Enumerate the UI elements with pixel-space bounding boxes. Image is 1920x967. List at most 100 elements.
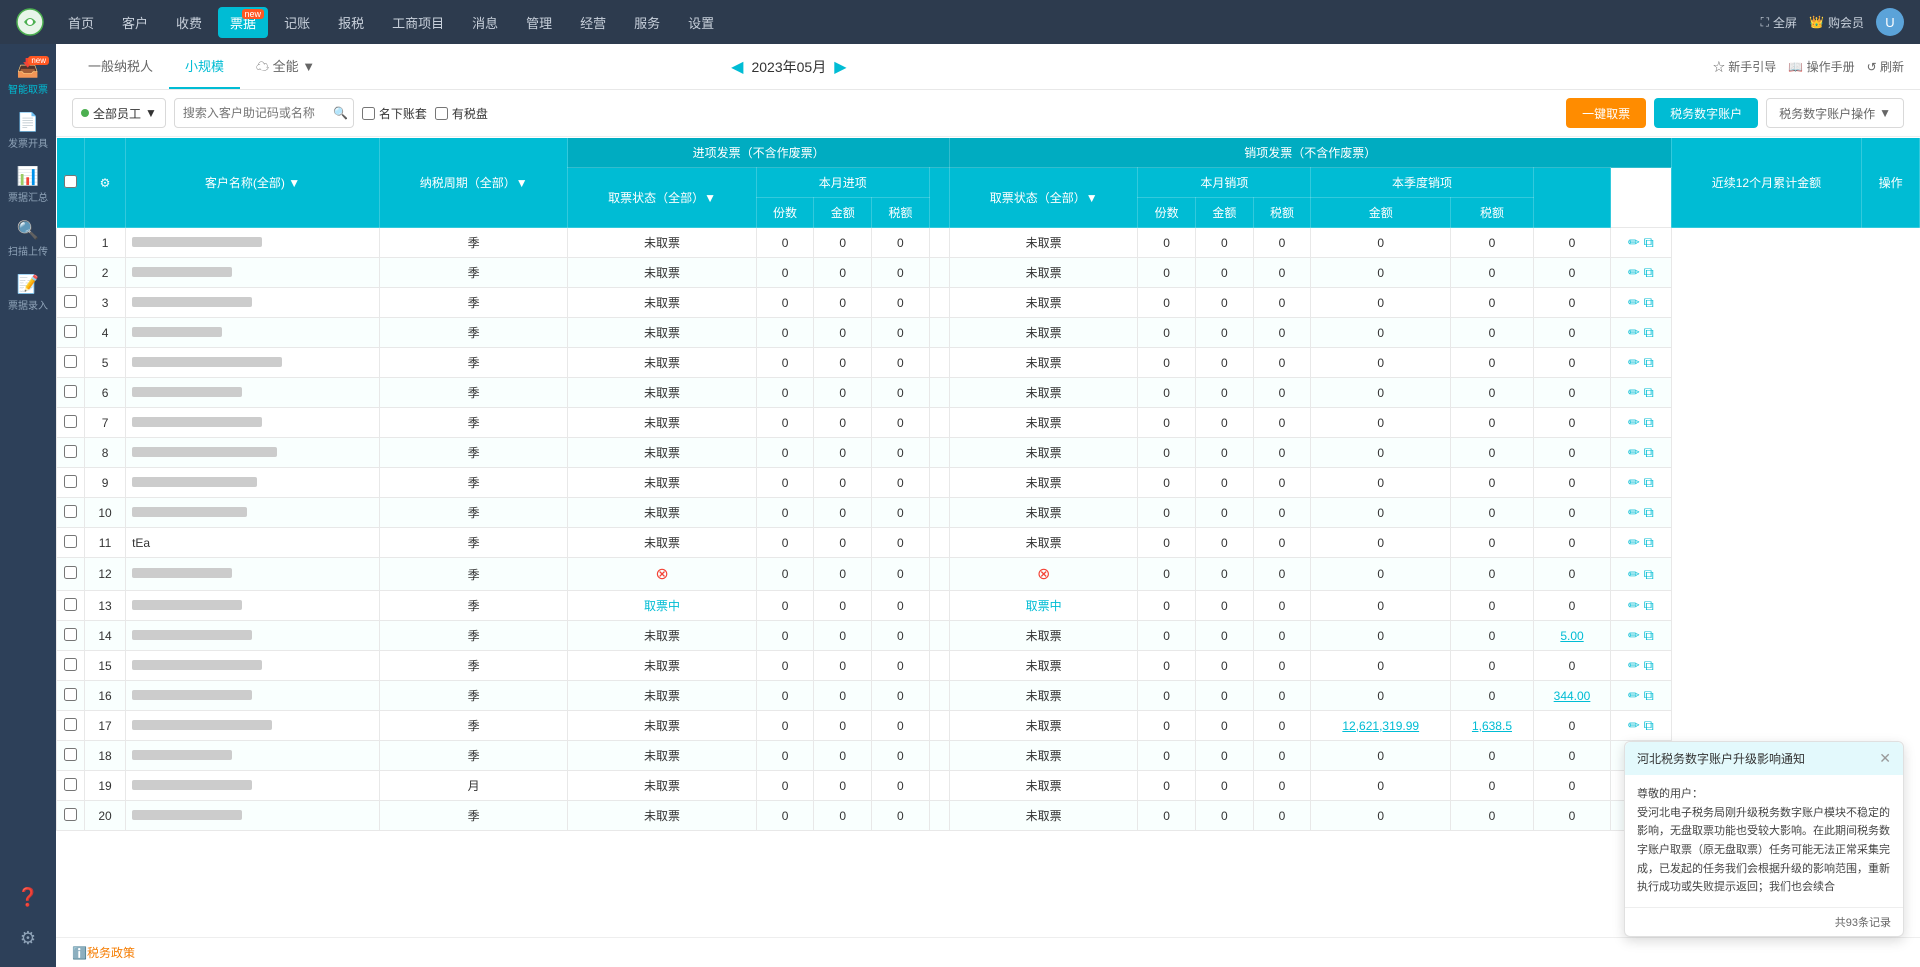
copy-icon[interactable]: ⧉ xyxy=(1644,384,1654,401)
edit-icon[interactable]: ✏ xyxy=(1628,717,1640,734)
copy-icon[interactable]: ⧉ xyxy=(1644,414,1654,431)
refresh-button[interactable]: ↺ 刷新 xyxy=(1867,58,1904,75)
one-click-ticket-button[interactable]: 一键取票 xyxy=(1566,98,1646,128)
row-checkbox[interactable] xyxy=(64,778,77,791)
edit-icon[interactable]: ✏ xyxy=(1628,324,1640,341)
nav-customer[interactable]: 客户 xyxy=(110,7,160,38)
month12-value[interactable]: 344.00 xyxy=(1554,689,1591,703)
row-checkbox[interactable] xyxy=(64,658,77,671)
highlighted-value[interactable]: 1,638.5 xyxy=(1472,719,1512,733)
row-checkbox[interactable] xyxy=(64,295,77,308)
col-name-header[interactable]: 客户名称(全部) ▼ xyxy=(126,138,380,228)
tax-digital-ops-button[interactable]: 税务数字账户操作 ▼ xyxy=(1766,98,1904,128)
col-out-status-header[interactable]: 取票状态（全部）▼ xyxy=(949,168,1137,228)
sidebar-item-scan-upload[interactable]: 🔍 扫描上传 xyxy=(1,214,55,264)
nav-settings[interactable]: 设置 xyxy=(676,7,726,38)
sidebar-item-help[interactable]: ❓ xyxy=(1,881,55,914)
row-checkbox[interactable] xyxy=(64,808,77,821)
edit-icon[interactable]: ✏ xyxy=(1628,504,1640,521)
nav-business[interactable]: 工商项目 xyxy=(380,7,456,38)
copy-icon[interactable]: ⧉ xyxy=(1644,717,1654,734)
nav-message[interactable]: 消息 xyxy=(460,7,510,38)
copy-icon[interactable]: ⧉ xyxy=(1644,504,1654,521)
col-12month-header[interactable]: 近续12个月累计金额 xyxy=(1671,138,1862,228)
edit-icon[interactable]: ✏ xyxy=(1628,657,1640,674)
copy-icon[interactable]: ⧉ xyxy=(1644,657,1654,674)
copy-icon[interactable]: ⧉ xyxy=(1644,444,1654,461)
copy-icon[interactable]: ⧉ xyxy=(1644,687,1654,704)
month12-value[interactable]: 5.00 xyxy=(1560,629,1583,643)
edit-icon[interactable]: ✏ xyxy=(1628,264,1640,281)
copy-icon[interactable]: ⧉ xyxy=(1644,534,1654,551)
row-checkbox[interactable] xyxy=(64,415,77,428)
tax-digital-button[interactable]: 税务数字账户 xyxy=(1654,98,1758,128)
edit-icon[interactable]: ✏ xyxy=(1628,534,1640,551)
row-checkbox[interactable] xyxy=(64,355,77,368)
copy-icon[interactable]: ⧉ xyxy=(1644,566,1654,583)
edit-icon[interactable]: ✏ xyxy=(1628,687,1640,704)
copy-icon[interactable]: ⧉ xyxy=(1644,264,1654,281)
row-checkbox[interactable] xyxy=(64,445,77,458)
edit-icon[interactable]: ✏ xyxy=(1628,234,1640,251)
row-checkbox[interactable] xyxy=(64,566,77,579)
edit-icon[interactable]: ✏ xyxy=(1628,384,1640,401)
nav-tax[interactable]: 报税 xyxy=(326,7,376,38)
notification-close-button[interactable]: ✕ xyxy=(1879,750,1891,767)
prev-month-button[interactable]: ◀ xyxy=(731,57,743,77)
copy-icon[interactable]: ⧉ xyxy=(1644,324,1654,341)
row-checkbox[interactable] xyxy=(64,475,77,488)
edit-icon[interactable]: ✏ xyxy=(1628,294,1640,311)
edit-icon[interactable]: ✏ xyxy=(1628,444,1640,461)
edit-icon[interactable]: ✏ xyxy=(1628,354,1640,371)
nav-invoice[interactable]: 票据 new xyxy=(218,7,268,38)
nav-home[interactable]: 首页 xyxy=(56,7,106,38)
nav-bookkeeping[interactable]: 记账 xyxy=(272,7,322,38)
edit-icon[interactable]: ✏ xyxy=(1628,566,1640,583)
account-checkbox-input[interactable] xyxy=(362,107,375,120)
row-checkbox[interactable] xyxy=(64,325,77,338)
sidebar-item-settings[interactable]: ⚙ xyxy=(1,922,55,955)
next-month-button[interactable]: ▶ xyxy=(834,57,846,77)
tax-policy-button[interactable]: 税务政策 xyxy=(87,944,135,961)
tax-disk-checkbox-input[interactable] xyxy=(435,107,448,120)
copy-icon[interactable]: ⧉ xyxy=(1644,627,1654,644)
copy-icon[interactable]: ⧉ xyxy=(1644,234,1654,251)
search-input[interactable] xyxy=(174,98,354,128)
col-in-status-header[interactable]: 取票状态（全部）▼ xyxy=(568,168,756,228)
sidebar-item-smart-ticket[interactable]: 📥 智能取票 new xyxy=(1,52,55,102)
row-checkbox[interactable] xyxy=(64,688,77,701)
row-checkbox[interactable] xyxy=(64,265,77,278)
tax-disk-filter-checkbox[interactable]: 有税盘 xyxy=(435,105,488,122)
nav-operation[interactable]: 经营 xyxy=(568,7,618,38)
row-checkbox[interactable] xyxy=(64,628,77,641)
tab-all[interactable]: ☁ 全能 ▼ xyxy=(240,44,331,89)
edit-icon[interactable]: ✏ xyxy=(1628,597,1640,614)
row-checkbox[interactable] xyxy=(64,505,77,518)
user-avatar[interactable]: U xyxy=(1876,8,1904,36)
highlighted-value[interactable]: 12,621,319.99 xyxy=(1342,719,1419,733)
col-tax-period-header[interactable]: 纳税周期（全部）▼ xyxy=(380,138,568,228)
edit-icon[interactable]: ✏ xyxy=(1628,474,1640,491)
copy-icon[interactable]: ⧉ xyxy=(1644,294,1654,311)
nav-management[interactable]: 管理 xyxy=(514,7,564,38)
copy-icon[interactable]: ⧉ xyxy=(1644,597,1654,614)
sidebar-item-invoice-summary[interactable]: 📊 票据汇总 xyxy=(1,160,55,210)
copy-icon[interactable]: ⧉ xyxy=(1644,354,1654,371)
manual-button[interactable]: 📖 操作手册 xyxy=(1788,58,1854,75)
sidebar-item-invoice-open[interactable]: 📄 发票开具 xyxy=(1,106,55,156)
employee-filter[interactable]: 全部员工 ▼ xyxy=(72,98,166,128)
row-checkbox[interactable] xyxy=(64,235,77,248)
nav-fee[interactable]: 收费 xyxy=(164,7,214,38)
tab-general-taxpayer[interactable]: 一般纳税人 xyxy=(72,44,169,89)
member-button[interactable]: 👑 购会员 xyxy=(1809,14,1864,31)
edit-icon[interactable]: ✏ xyxy=(1628,414,1640,431)
row-checkbox[interactable] xyxy=(64,535,77,548)
app-logo[interactable] xyxy=(16,8,44,36)
row-checkbox[interactable] xyxy=(64,748,77,761)
row-checkbox[interactable] xyxy=(64,598,77,611)
col-settings-header[interactable]: ⚙ xyxy=(85,138,126,228)
edit-icon[interactable]: ✏ xyxy=(1628,627,1640,644)
tab-small-scale[interactable]: 小规模 xyxy=(169,44,240,89)
copy-icon[interactable]: ⧉ xyxy=(1644,474,1654,491)
select-all-checkbox[interactable] xyxy=(64,175,77,188)
